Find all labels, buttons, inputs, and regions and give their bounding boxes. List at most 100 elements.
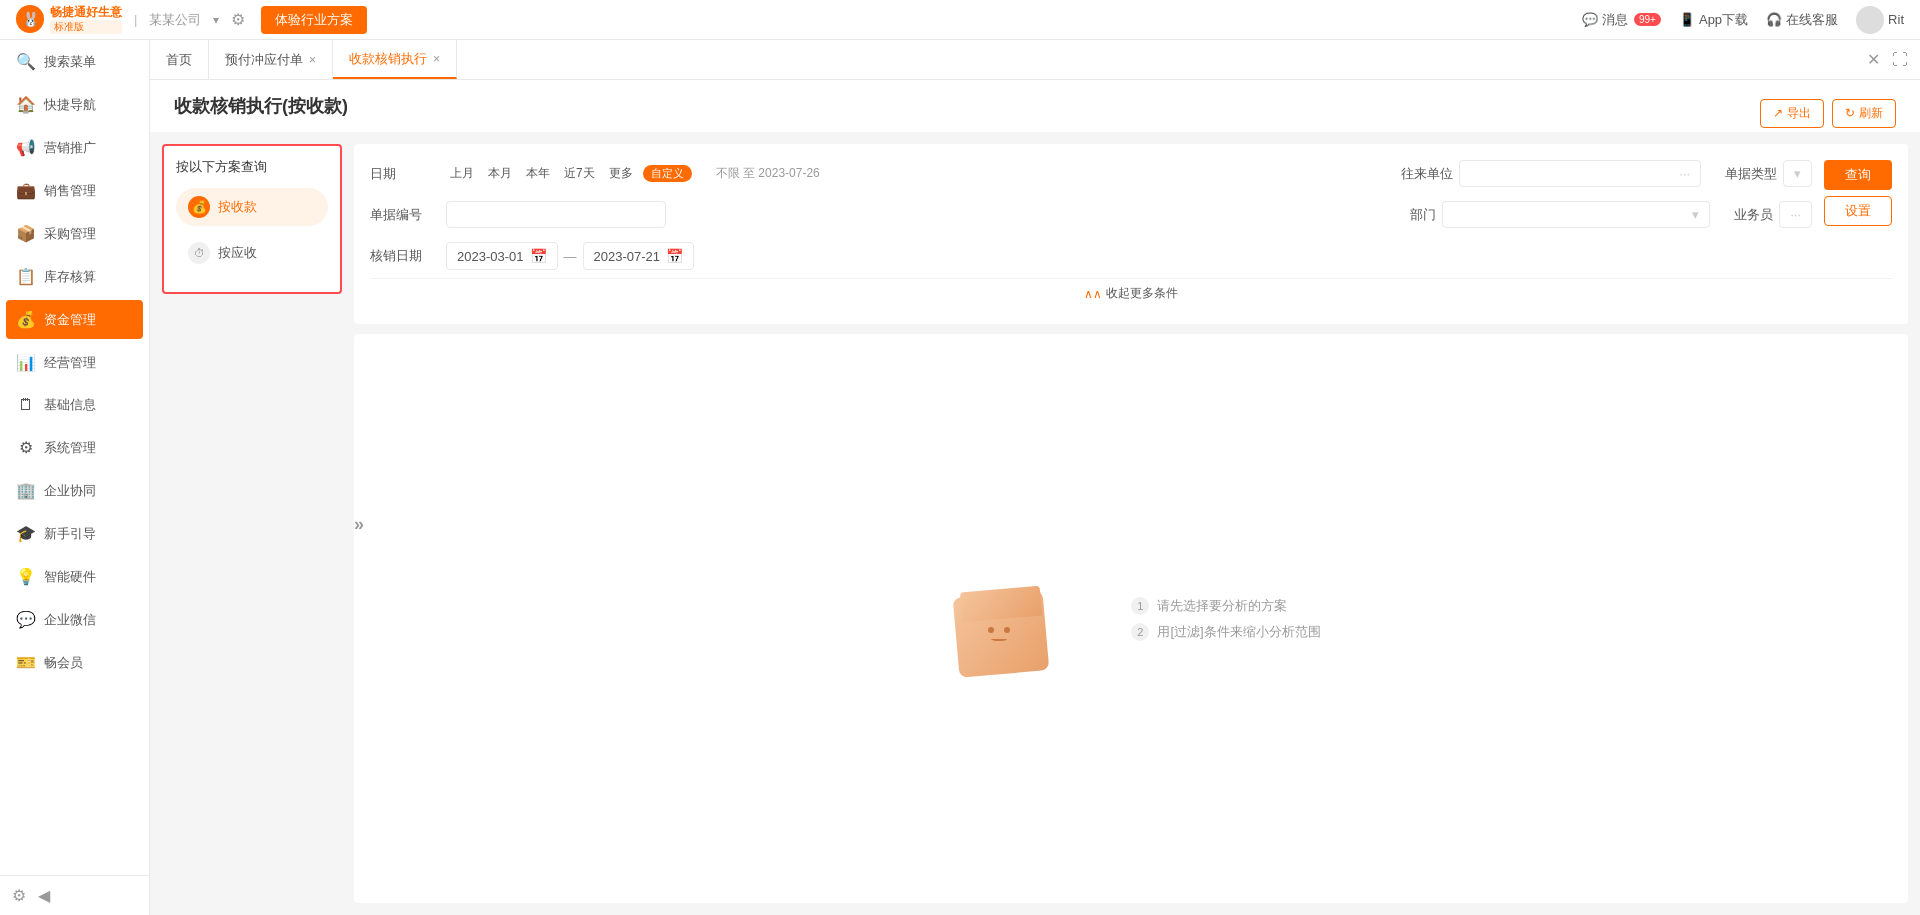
sidebar-item-search-menu[interactable]: 🔍 搜索菜单: [0, 40, 149, 83]
panel-collapse-icon[interactable]: »: [354, 513, 364, 534]
date-no-limit: 不限 至 2023-07-26: [716, 165, 820, 182]
tab-receipt-close-icon[interactable]: ×: [433, 52, 440, 66]
filter-option-by-receivable[interactable]: ⏱ 按应收: [176, 234, 328, 272]
sidebar-item-wechat-biz[interactable]: 💬 企业微信: [0, 598, 149, 641]
sidebar-item-purchase[interactable]: 📦 采购管理: [0, 212, 149, 255]
verif-date-start-value: 2023-03-01: [457, 249, 524, 264]
collapse-up-icon: ∧∧: [1084, 287, 1102, 301]
collapse-more-label: 收起更多条件: [1106, 285, 1178, 302]
date-shortcuts: 上月 本月 本年 近7天 更多 自定义: [446, 163, 692, 184]
date-btn-last-month[interactable]: 上月: [446, 163, 478, 184]
tab-prepay-offset-label: 预付冲应付单: [225, 51, 303, 69]
content-area: 首页 预付冲应付单 × 收款核销执行 × ✕ ⛶ 收款核销执行(按收款): [150, 40, 1920, 915]
message-btn[interactable]: 💬 消息 99+: [1582, 11, 1661, 29]
verif-date-start-input[interactable]: 2023-03-01 📅: [446, 242, 558, 270]
sidebar-item-label: 新手引导: [44, 525, 96, 543]
staff-input[interactable]: ···: [1779, 201, 1812, 228]
smart-hw-icon: 💡: [16, 567, 36, 586]
date-btn-this-month[interactable]: 本月: [484, 163, 516, 184]
sidebar-item-enterprise[interactable]: 🏢 企业协同: [0, 469, 149, 512]
logo-area: 🐰 畅捷通好生意 标准版: [16, 5, 122, 34]
app-edition: 标准版: [50, 20, 122, 34]
sidebar-item-label: 销售管理: [44, 182, 96, 200]
export-button[interactable]: ↗ 导出: [1760, 99, 1824, 128]
page-title: 收款核销执行(按收款): [174, 94, 348, 118]
sidebar-item-label: 资金管理: [44, 311, 96, 329]
query-button[interactable]: 查询: [1824, 160, 1892, 190]
staff-label: 业务员: [1734, 206, 1773, 224]
tab-receipt-offset-label: 收款核销执行: [349, 50, 427, 68]
guide-icon: 🎓: [16, 524, 36, 543]
maximize-icon[interactable]: ⛶: [1888, 47, 1912, 73]
sidebar-item-finance[interactable]: 💰 资金管理: [6, 300, 143, 339]
sidebar-item-label: 企业微信: [44, 611, 96, 629]
date-btn-more[interactable]: 更多: [605, 163, 637, 184]
tab-prepay-close-icon[interactable]: ×: [309, 53, 316, 67]
date-btn-this-year[interactable]: 本年: [522, 163, 554, 184]
tab-prepay-offset[interactable]: 预付冲应付单 ×: [209, 40, 333, 79]
sidebar-item-quick-nav[interactable]: 🏠 快捷导航: [0, 83, 149, 126]
body-wrapper: 按以下方案查询 💰 按收款 ⏱ 按应收 »: [150, 132, 1920, 915]
sidebar-item-guide[interactable]: 🎓 新手引导: [0, 512, 149, 555]
sidebar-item-label: 搜索菜单: [44, 53, 96, 71]
empty-illustration: [941, 564, 1071, 674]
counterparty-input[interactable]: ···: [1459, 160, 1701, 187]
purchase-icon: 📦: [16, 224, 36, 243]
verif-date-end-input[interactable]: 2023-07-21 📅: [583, 242, 695, 270]
doc-number-input[interactable]: [446, 201, 666, 228]
doc-number-label: 单据编号: [370, 206, 430, 224]
doc-type-select[interactable]: ▾: [1783, 160, 1812, 187]
date-label: 日期: [370, 165, 430, 183]
sidebar-bottom: ⚙ ◀: [0, 875, 149, 915]
search-icon: 🔍: [16, 52, 36, 71]
close-all-tabs-icon[interactable]: ✕: [1863, 46, 1884, 73]
step-1-num: 1: [1131, 597, 1149, 615]
business-icon: 📊: [16, 353, 36, 372]
industry-btn[interactable]: 体验行业方案: [261, 6, 367, 34]
basic-info-icon: 🗒: [16, 396, 36, 414]
filter-panel-title: 按以下方案查询: [176, 158, 328, 176]
online-service-btn[interactable]: 🎧 在线客服: [1766, 11, 1838, 29]
sidebar-item-label: 智能硬件: [44, 568, 96, 586]
verif-date-end-value: 2023-07-21: [594, 249, 661, 264]
sidebar-item-system[interactable]: ⚙ 系统管理: [0, 426, 149, 469]
date-separator: —: [564, 249, 577, 264]
tab-receipt-offset[interactable]: 收款核销执行 ×: [333, 40, 457, 79]
date-custom-badge[interactable]: 自定义: [643, 165, 692, 182]
collapse-more-btn[interactable]: ∧∧ 收起更多条件: [370, 278, 1892, 308]
step-2-num: 2: [1131, 623, 1149, 641]
counterparty-label: 往来单位: [1401, 165, 1453, 183]
filter-option-by-receipt[interactable]: 💰 按收款: [176, 188, 328, 226]
sidebar-item-marketing[interactable]: 📢 营销推广: [0, 126, 149, 169]
empty-content: 1 请先选择要分析的方案 2 用[过滤]条件来缩小分析范围: [941, 564, 1320, 674]
form-row-2: 单据编号 部门 ▾: [370, 201, 1812, 228]
message-badge: 99+: [1634, 13, 1661, 26]
system-icon: ⚙: [16, 438, 36, 457]
sidebar-item-smart-hw[interactable]: 💡 智能硬件: [0, 555, 149, 598]
sidebar-item-inventory[interactable]: 📋 库存核算: [0, 255, 149, 298]
calendar-start-icon: 📅: [530, 248, 547, 264]
dept-select[interactable]: ▾: [1442, 201, 1710, 228]
sidebar-item-sales[interactable]: 💼 销售管理: [0, 169, 149, 212]
empty-step-2: 2 用[过滤]条件来缩小分析范围: [1131, 623, 1320, 641]
company-name: 某某公司: [149, 11, 201, 29]
form-row-1: 日期 上月 本月 本年 近7天 更多 自定义 不: [370, 160, 1812, 187]
bottom-collapse-icon[interactable]: ◀: [38, 886, 50, 905]
refresh-button[interactable]: ↻ 刷新: [1832, 99, 1896, 128]
bottom-settings-icon[interactable]: ⚙: [12, 886, 26, 905]
settings-icon[interactable]: ⚙: [231, 10, 245, 29]
app-download-btn[interactable]: 📱 App下载: [1679, 11, 1748, 29]
tab-home-label: 首页: [166, 51, 192, 69]
user-info[interactable]: Rit: [1856, 6, 1904, 34]
page-header-wrapper: 收款核销执行(按收款) ↗ 导出 ↻ 刷新: [150, 80, 1920, 132]
settings-button[interactable]: 设置: [1824, 196, 1892, 226]
sidebar-item-member[interactable]: 🎫 畅会员: [0, 641, 149, 684]
sidebar-item-business[interactable]: 📊 经营管理: [0, 341, 149, 384]
sidebar-item-basic-info[interactable]: 🗒 基础信息: [0, 384, 149, 426]
step-1-text: 请先选择要分析的方案: [1157, 597, 1287, 615]
enterprise-icon: 🏢: [16, 481, 36, 500]
sidebar-item-label: 经营管理: [44, 354, 96, 372]
date-btn-7days[interactable]: 近7天: [560, 163, 599, 184]
tab-home[interactable]: 首页: [150, 40, 209, 79]
company-chevron-icon[interactable]: ▾: [213, 13, 219, 27]
